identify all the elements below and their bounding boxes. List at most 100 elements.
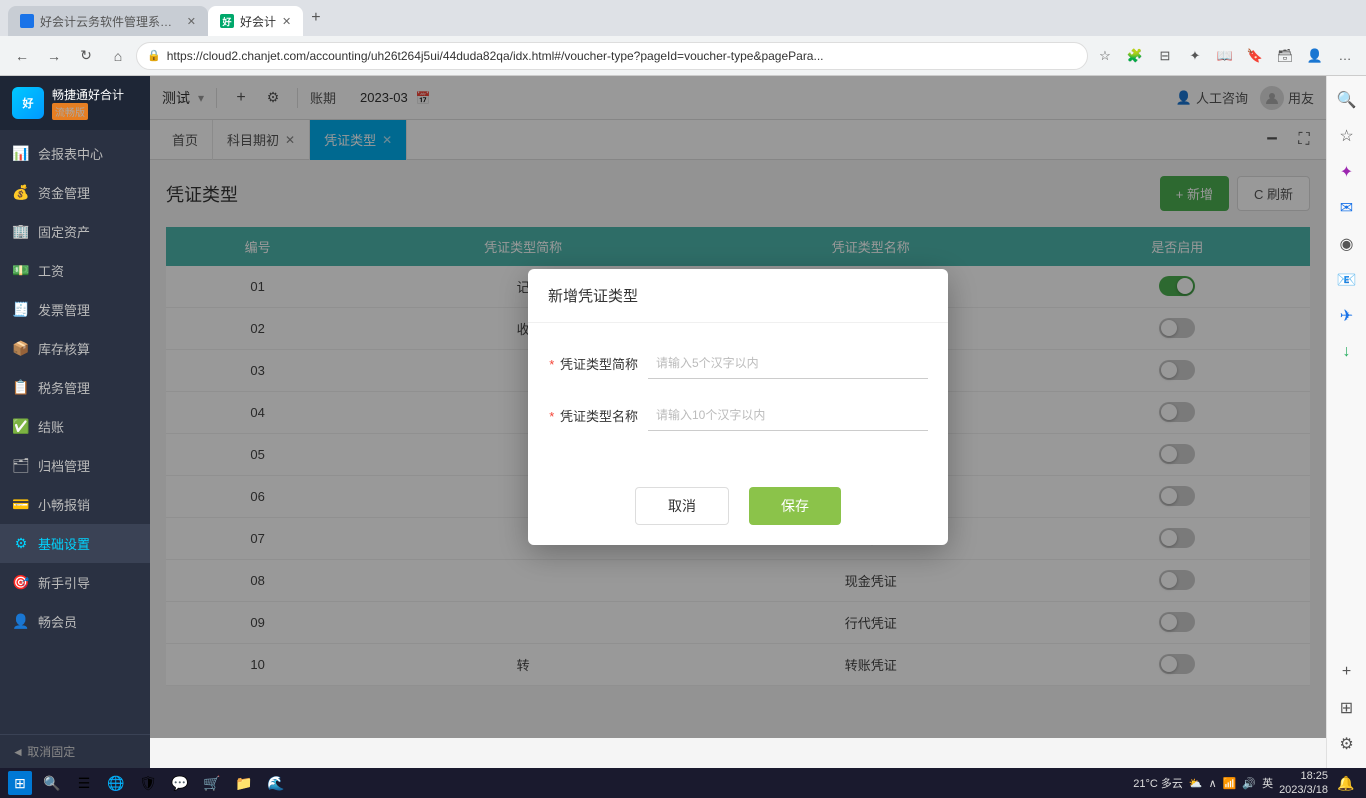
modal-body: * 凭证类型简称 * 凭证类型名称 xyxy=(528,323,948,471)
sidebar-item-checkout[interactable]: ✅ 结账 xyxy=(0,407,150,446)
reports-icon: 📊 xyxy=(12,145,30,163)
assets-label: 固定资产 xyxy=(38,222,90,241)
capital-icon: 💰 xyxy=(12,184,30,202)
sidebar-item-invoice[interactable]: 🧾 发票管理 xyxy=(0,290,150,329)
taskbar-right: 21°C 多云 ⛅ ∧ 📶 🔊 英 18:25 2023/3/18 🔔 xyxy=(1133,769,1358,798)
sidebar-item-capital[interactable]: 💰 资金管理 xyxy=(0,173,150,212)
sidebar-item-guide[interactable]: 🎯 新手引导 xyxy=(0,563,150,602)
logo-version: 流畅版 xyxy=(52,103,88,120)
tab2-close-icon[interactable]: ✕ xyxy=(282,15,291,28)
tax-label: 税务管理 xyxy=(38,378,90,397)
bookmark-icon[interactable]: ☆ xyxy=(1092,43,1118,69)
right-ai-icon[interactable]: ✦ xyxy=(1331,156,1363,188)
inventory-icon: 📦 xyxy=(12,340,30,358)
taskbar-shield-icon[interactable]: 🛡 xyxy=(136,771,160,795)
home-button[interactable]: ⌂ xyxy=(104,42,132,70)
profile-icon[interactable]: 👤 xyxy=(1302,43,1328,69)
sidebar-item-member[interactable]: 👤 畅会员 xyxy=(0,602,150,641)
expense-icon: 💳 xyxy=(12,496,30,514)
new-voucher-type-modal: 新增凭证类型 * 凭证类型简称 xyxy=(528,269,948,545)
sidebar-nav: 📊 会报表中心 💰 资金管理 🏢 固定资产 💵 工资 🧾 发票管理 📦 xyxy=(0,130,150,734)
capital-label: 资金管理 xyxy=(38,183,90,202)
member-icon: 👤 xyxy=(12,613,30,631)
right-browser-icon[interactable]: ◉ xyxy=(1331,228,1363,260)
taskbar-edge-icon[interactable]: 🌊 xyxy=(264,771,288,795)
cancel-button[interactable]: 取消 xyxy=(635,487,729,525)
taskbar-weather: 21°C 多云 xyxy=(1133,775,1183,791)
taskbar-time: 18:25 xyxy=(1279,769,1328,783)
sidebar-item-tax[interactable]: 📋 税务管理 xyxy=(0,368,150,407)
save-button[interactable]: 保存 xyxy=(749,487,841,525)
sidebar-item-archive[interactable]: 🗂 归档管理 xyxy=(0,446,150,485)
right-outlook-icon[interactable]: 📧 xyxy=(1331,264,1363,296)
url-bar[interactable]: 🔒 https://cloud2.chanjet.com/accounting/… xyxy=(136,42,1088,70)
right-mail-icon[interactable]: ✉ xyxy=(1331,192,1363,224)
start-button[interactable]: ⊞ xyxy=(8,771,32,795)
right-search-icon[interactable]: 🔍 xyxy=(1331,84,1363,116)
member-label: 畅会员 xyxy=(38,612,77,631)
taskbar-weather-icon: ⛅ xyxy=(1189,777,1203,790)
form-row-name: * 凭证类型名称 xyxy=(548,399,928,431)
ai-icon[interactable]: ✦ xyxy=(1182,43,1208,69)
taskbar-chevron-icon: ∧ xyxy=(1209,777,1217,790)
right-travel-icon[interactable]: ✈ xyxy=(1331,300,1363,332)
name-label: * 凭证类型名称 xyxy=(548,406,648,425)
right-download-icon[interactable]: ↓ xyxy=(1331,336,1363,368)
right-star-icon[interactable]: ☆ xyxy=(1331,120,1363,152)
taskbar-explorer-icon[interactable]: 📁 xyxy=(232,771,256,795)
address-bar: ← → ↻ ⌂ 🔒 https://cloud2.chanjet.com/acc… xyxy=(0,36,1366,76)
sidebar-unpin-button[interactable]: ◄ 取消固定 xyxy=(0,734,150,768)
invoice-icon: 🧾 xyxy=(12,301,30,319)
sidebar-item-reports[interactable]: 📊 会报表中心 xyxy=(0,134,150,173)
tab-bar: 好会计云务软件管理系统_会计 ✕ 好 好会计 ✕ + xyxy=(0,0,1366,36)
right-grid-icon[interactable]: ⊞ xyxy=(1331,692,1363,724)
sidebar-item-inventory[interactable]: 📦 库存核算 xyxy=(0,329,150,368)
taskbar-browser-icon[interactable]: 🌐 xyxy=(104,771,128,795)
collections-icon[interactable]: 🗃 xyxy=(1272,43,1298,69)
taskbar-widgets-icon[interactable]: ☰ xyxy=(72,771,96,795)
right-plus-icon[interactable]: + xyxy=(1331,656,1363,688)
taskbar-chat-icon[interactable]: 💬 xyxy=(168,771,192,795)
right-sidebar: 🔍 ☆ ✦ ✉ ◉ 📧 ✈ ↓ + ⊞ ⚙ xyxy=(1326,76,1366,768)
refresh-button[interactable]: ↻ xyxy=(72,42,100,70)
unpin-label: ◄ 取消固定 xyxy=(12,743,75,760)
browser-tab-2[interactable]: 好 好会计 ✕ xyxy=(208,6,303,36)
back-button[interactable]: ← xyxy=(8,42,36,70)
logo-text-block: 畅捷通好合计 流畅版 xyxy=(52,86,124,120)
browser-chrome: 好会计云务软件管理系统_会计 ✕ 好 好会计 ✕ + ← → ↻ ⌂ 🔒 htt… xyxy=(0,0,1366,76)
main-section: 测试 ▾ + ⚙ 账期 2023-03 📅 👤 人工咨询 用友 xyxy=(150,76,1326,768)
sidebar-item-salary[interactable]: 💵 工资 xyxy=(0,251,150,290)
url-text: https://cloud2.chanjet.com/accounting/uh… xyxy=(167,49,1077,63)
checkout-icon: ✅ xyxy=(12,418,30,436)
tab1-favicon xyxy=(20,14,34,28)
sidebar-item-expense[interactable]: 💳 小畅报销 xyxy=(0,485,150,524)
sidebar-item-settings[interactable]: ⚙ 基础设置 xyxy=(0,524,150,563)
right-settings-icon[interactable]: ⚙ xyxy=(1331,728,1363,760)
sidebar: 好 畅捷通好合计 流畅版 📊 会报表中心 💰 资金管理 🏢 固定资产 💵 工资 xyxy=(0,76,150,768)
more-icon[interactable]: … xyxy=(1332,43,1358,69)
name-input[interactable] xyxy=(648,399,928,431)
split-view-icon[interactable]: ⊟ xyxy=(1152,43,1178,69)
tab1-close-icon[interactable]: ✕ xyxy=(187,15,196,28)
taskbar-search-icon[interactable]: 🔍 xyxy=(40,771,64,795)
reading-icon[interactable]: 📖 xyxy=(1212,43,1238,69)
taskbar-sound-icon: 🔊 xyxy=(1242,777,1256,790)
abbr-input[interactable] xyxy=(648,347,928,379)
archive-label: 归档管理 xyxy=(38,456,90,475)
taskbar-store-icon[interactable]: 🛒 xyxy=(200,771,224,795)
browser-tab-1[interactable]: 好会计云务软件管理系统_会计 ✕ xyxy=(8,6,208,36)
favorites-icon[interactable]: 🔖 xyxy=(1242,43,1268,69)
extensions-icon[interactable]: 🧩 xyxy=(1122,43,1148,69)
tab2-title: 好会计 xyxy=(240,13,276,30)
settings-icon: ⚙ xyxy=(12,535,30,553)
taskbar-notification-icon[interactable]: 🔔 xyxy=(1334,771,1358,795)
new-tab-button[interactable]: + xyxy=(303,5,328,31)
required-star-abbr: * xyxy=(549,357,554,372)
tab2-favicon: 好 xyxy=(220,14,234,28)
modal-header: 新增凭证类型 xyxy=(528,269,948,323)
taskbar-network-icon: 📶 xyxy=(1223,777,1237,790)
guide-icon: 🎯 xyxy=(12,574,30,592)
forward-button[interactable]: → xyxy=(40,42,68,70)
taskbar-lang: 英 xyxy=(1262,775,1273,791)
sidebar-item-assets[interactable]: 🏢 固定资产 xyxy=(0,212,150,251)
